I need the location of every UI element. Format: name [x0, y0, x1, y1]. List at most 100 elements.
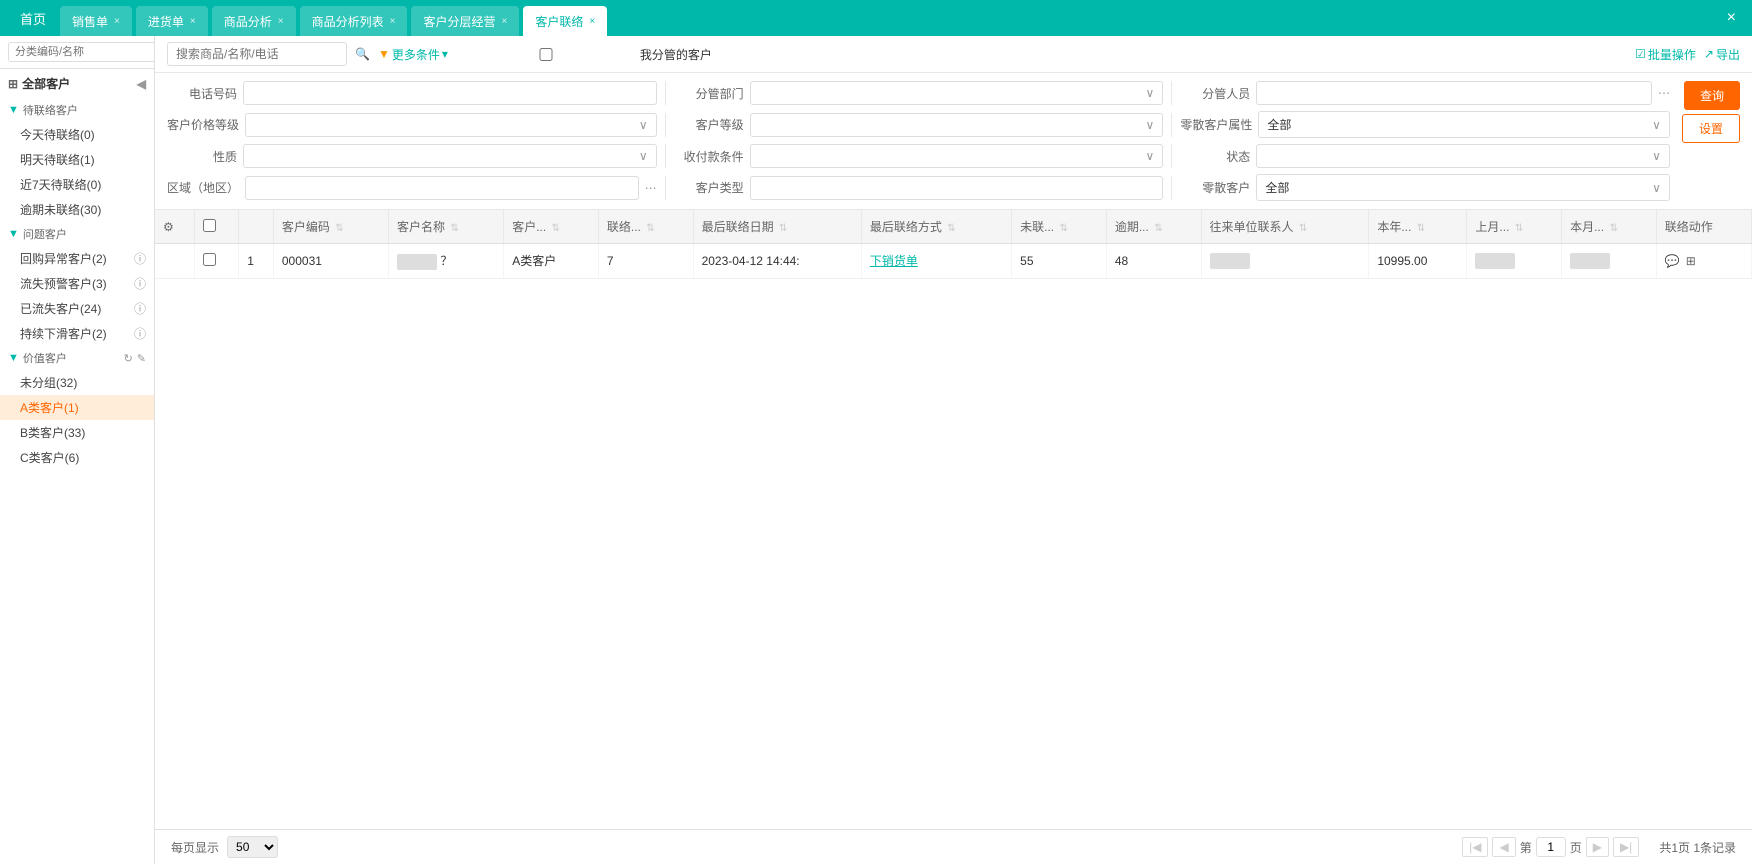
sidebar-item-c-class[interactable]: C类客户(6): [0, 445, 154, 470]
all-customers-header[interactable]: ⊞ 全部客户 ◀: [0, 69, 154, 98]
dept-select[interactable]: ∨: [750, 81, 1164, 105]
cell-last-date: 2023-04-12 14:44:: [693, 244, 861, 279]
last-page-button[interactable]: ▶|: [1613, 837, 1639, 857]
status-label: 状态: [1180, 148, 1250, 165]
sidebar-item-today[interactable]: 今天待联络(0): [0, 122, 154, 147]
close-tab-sales[interactable]: ×: [114, 16, 120, 27]
refresh-value-icon[interactable]: ↻: [124, 352, 133, 365]
sort-code-icon[interactable]: ⇅: [335, 223, 343, 234]
sidebar-item-unclassified[interactable]: 未分组(32): [0, 370, 154, 395]
sidebar-item-7days[interactable]: 近7天待联络(0): [0, 172, 154, 197]
sidebar-item-abnormal[interactable]: 回购异常客户(2) ⓘ: [0, 246, 154, 271]
qr-action-icon[interactable]: ⊞: [1686, 254, 1696, 268]
table-container: ⚙ 客户编码 ⇅ 客户名称 ⇅ 客户... ⇅: [155, 210, 1752, 829]
page-label: 第: [1520, 839, 1532, 856]
last-method-link[interactable]: 下销货单: [870, 254, 918, 268]
price-tier-select[interactable]: ∨: [245, 113, 657, 137]
cell-checkbox: [195, 244, 239, 279]
sort-name-icon[interactable]: ⇅: [450, 223, 458, 234]
page-nav: |◀ ◀ 第 页 ▶ ▶|: [1462, 837, 1639, 857]
th-type: 客户... ⇅: [504, 210, 599, 244]
my-customers-checkbox[interactable]: [456, 48, 636, 61]
payment-select[interactable]: ∨: [750, 144, 1164, 168]
customer-type-input[interactable]: [750, 176, 1164, 200]
customer-tier-select[interactable]: ∨: [750, 113, 1164, 137]
global-close-button[interactable]: ×: [1719, 9, 1744, 27]
message-action-icon[interactable]: 💬: [1665, 254, 1680, 268]
sort-unit-contact-icon[interactable]: ⇅: [1299, 223, 1307, 234]
sort-last-month-icon[interactable]: ⇅: [1515, 223, 1523, 234]
divider4: [1171, 113, 1172, 137]
edit-value-icon[interactable]: ✎: [137, 352, 146, 365]
sidebar-item-tomorrow[interactable]: 明天待联络(1): [0, 147, 154, 172]
name-gray-block: [397, 254, 437, 270]
nav-home[interactable]: 首页: [8, 0, 58, 36]
export-button[interactable]: ↗ 导出: [1704, 46, 1740, 63]
scatter-attr-select[interactable]: 全部 ∨: [1258, 111, 1670, 138]
th-checkbox: [195, 210, 239, 244]
nature-select[interactable]: ∨: [243, 144, 657, 168]
region-label: 区域（地区）: [167, 179, 239, 196]
filter-phone: 电话号码: [167, 81, 657, 105]
sidebar-item-warning[interactable]: 流失预警客户(3) ⓘ: [0, 271, 154, 296]
th-gear[interactable]: ⚙: [155, 210, 195, 244]
sidebar-search-input[interactable]: [8, 42, 155, 62]
batch-operation-button[interactable]: ☑ 批量操作: [1635, 46, 1696, 63]
sort-last-date-icon[interactable]: ⇅: [779, 223, 787, 234]
manager-more-icon[interactable]: ⋯: [1658, 86, 1670, 100]
tab-customer-contact[interactable]: 客户联络 ×: [523, 6, 607, 36]
region-input[interactable]: [245, 176, 639, 200]
close-tab-analysis-list[interactable]: ×: [390, 16, 396, 27]
close-tab-customer-contact[interactable]: ×: [589, 16, 595, 27]
sidebar-item-declining[interactable]: 持续下滑客户(2) ⓘ: [0, 321, 154, 346]
more-filters-button[interactable]: ▼ 更多条件 ▾: [378, 46, 448, 63]
sort-type-icon[interactable]: ⇅: [552, 223, 560, 234]
cell-index: 1: [239, 244, 274, 279]
search-input[interactable]: [167, 42, 347, 66]
sidebar-item-lost[interactable]: 已流失客户(24) ⓘ: [0, 296, 154, 321]
info-icon-lost: ⓘ: [134, 300, 146, 317]
cell-type: A类客户: [504, 244, 599, 279]
page-input[interactable]: [1536, 837, 1566, 857]
prev-page-button[interactable]: ◀: [1492, 837, 1515, 857]
close-tab-analysis[interactable]: ×: [278, 16, 284, 27]
status-select[interactable]: ∨: [1256, 144, 1670, 168]
nature-label: 性质: [167, 148, 237, 165]
select-all-checkbox[interactable]: [203, 219, 216, 232]
sort-overdue-icon[interactable]: ⇅: [1154, 223, 1162, 234]
tab-customer-tier[interactable]: 客户分层经营 ×: [411, 6, 519, 36]
tab-analysis[interactable]: 商品分析 ×: [212, 6, 296, 36]
first-page-button[interactable]: |◀: [1462, 837, 1488, 857]
tab-purchase[interactable]: 进货单 ×: [136, 6, 208, 36]
sort-no-contact-icon[interactable]: ⇅: [1060, 223, 1068, 234]
info-icon-warning: ⓘ: [134, 275, 146, 292]
divider6: [1171, 144, 1172, 168]
sidebar-item-b-class[interactable]: B类客户(33): [0, 420, 154, 445]
row-checkbox[interactable]: [203, 253, 216, 266]
manager-input[interactable]: [1256, 81, 1652, 105]
phone-input[interactable]: [243, 81, 657, 105]
close-tab-purchase[interactable]: ×: [190, 16, 196, 27]
total-records: 共1页 1条记录: [1659, 839, 1736, 856]
gear-icon[interactable]: ⚙: [163, 220, 174, 234]
manager-label: 分管人员: [1180, 85, 1250, 102]
sidebar-item-overdue[interactable]: 逾期未联络(30): [0, 197, 154, 222]
next-page-button[interactable]: ▶: [1586, 837, 1609, 857]
tab-sales[interactable]: 销售单 ×: [60, 6, 132, 36]
sidebar-item-a-class[interactable]: A类客户(1): [0, 395, 154, 420]
sort-contact-icon[interactable]: ⇅: [646, 223, 654, 234]
sort-this-month-icon[interactable]: ⇅: [1609, 223, 1617, 234]
cell-no-contact: 55: [1012, 244, 1107, 279]
close-tab-customer-tier[interactable]: ×: [501, 16, 507, 27]
sort-last-method-icon[interactable]: ⇅: [947, 223, 955, 234]
collapse-icon[interactable]: ◀: [137, 77, 146, 91]
page-size-select[interactable]: 50 100 200: [227, 836, 278, 858]
query-button[interactable]: 查询: [1684, 81, 1740, 110]
sort-this-year-icon[interactable]: ⇅: [1417, 223, 1425, 234]
filter-search-icon[interactable]: 🔍: [355, 47, 370, 61]
setting-button[interactable]: 设置: [1682, 114, 1740, 143]
scatter-select[interactable]: 全部 ∨: [1256, 174, 1670, 201]
my-customers-filter[interactable]: 我分管的客户: [456, 46, 712, 63]
region-more-icon[interactable]: ⋯: [645, 181, 657, 195]
tab-analysis-list[interactable]: 商品分析列表 ×: [300, 6, 408, 36]
